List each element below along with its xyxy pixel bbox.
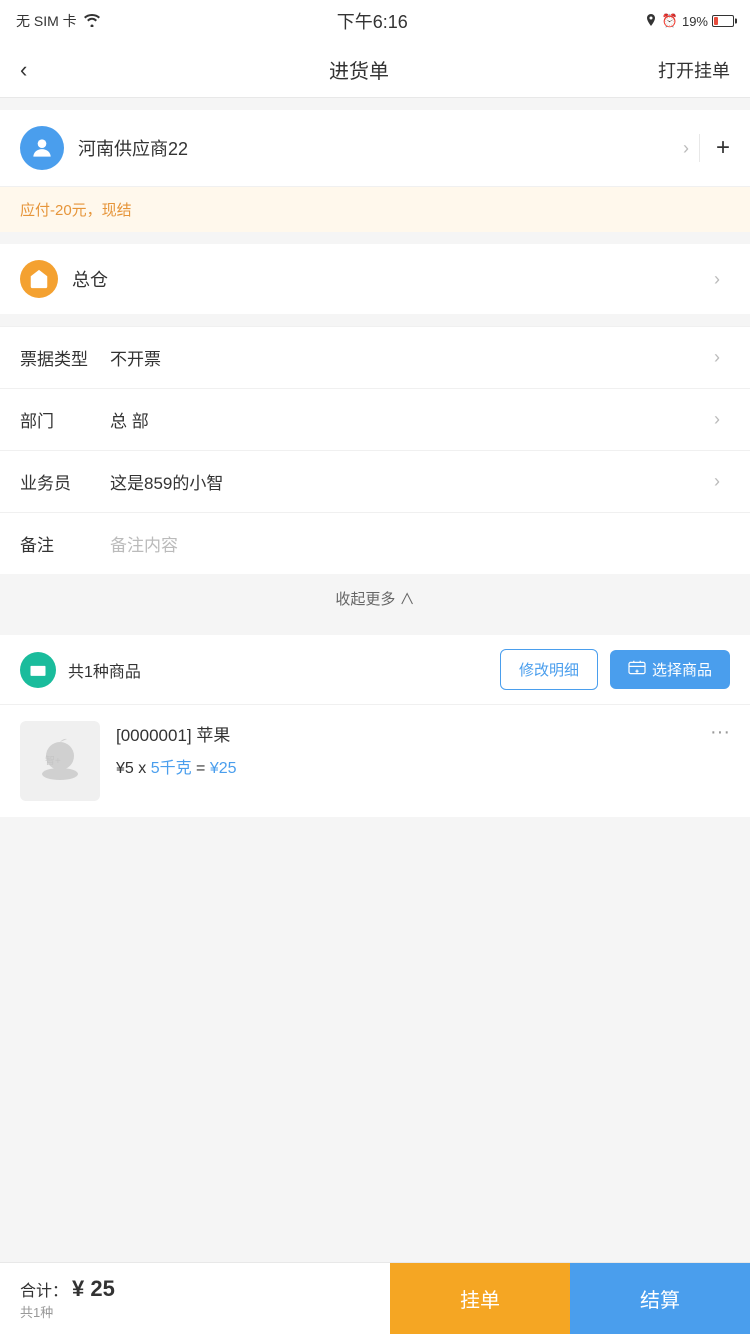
product-price-row: ¥5 x 5千克 = ¥25: [116, 754, 694, 778]
divider-1: [0, 98, 750, 110]
invoice-type-label: 票据类型: [20, 345, 110, 370]
remark-row[interactable]: 备注 备注内容: [0, 512, 750, 574]
status-time: 下午6:16: [337, 8, 408, 34]
product-count-icon: [20, 652, 56, 688]
carrier-text: 无 SIM 卡: [16, 11, 77, 31]
battery-percent: 19%: [682, 14, 708, 29]
battery-icon: [712, 15, 734, 27]
unit-price: ¥5 x: [116, 760, 151, 777]
status-left: 无 SIM 卡: [16, 11, 101, 31]
back-button[interactable]: ‹: [20, 57, 60, 83]
equals-sign: =: [196, 760, 210, 777]
product-header: 共1种商品 修改明细 选择商品: [0, 635, 750, 704]
select-product-label: 选择商品: [652, 659, 712, 680]
remark-label: 备注: [20, 531, 110, 556]
warehouse-row[interactable]: 总仓 ›: [0, 244, 750, 314]
product-item: 智+ [0000001] 苹果 ¥5 x 5千克 = ¥25 ···: [0, 704, 750, 817]
department-chevron: ›: [714, 409, 720, 430]
warehouse-section: 总仓 ›: [0, 244, 750, 314]
select-product-icon: [628, 660, 646, 680]
invoice-type-chevron: ›: [714, 347, 720, 368]
alarm-icon: ⏰: [662, 13, 678, 29]
product-thumbnail: 智+: [20, 721, 100, 801]
location-icon: [644, 13, 658, 30]
product-more-button[interactable]: ···: [710, 721, 730, 744]
remark-input[interactable]: 备注内容: [110, 531, 730, 556]
supplier-section: 河南供应商22 › + 应付-20元，现结: [0, 110, 750, 232]
salesperson-chevron: ›: [714, 471, 720, 492]
product-count-text: 共1种商品: [68, 658, 488, 682]
warehouse-icon: [20, 260, 58, 298]
salesperson-value: 这是859的小智: [110, 469, 714, 494]
product-info: [0000001] 苹果 ¥5 x 5千克 = ¥25: [116, 721, 694, 801]
total-sub: 共1种: [20, 1302, 370, 1321]
edit-detail-button[interactable]: 修改明细: [500, 649, 598, 690]
status-bar: 无 SIM 卡 下午6:16 ⏰ 19%: [0, 0, 750, 42]
product-code: [0000001]: [116, 726, 196, 745]
checkout-button[interactable]: 结算: [570, 1263, 750, 1334]
supplier-name: 河南供应商22: [78, 135, 683, 161]
bottom-bar: 合计： ¥ 25 共1种 挂单 结算: [0, 1262, 750, 1334]
supplier-notice: 应付-20元，现结: [0, 187, 750, 232]
department-value: 总 部: [110, 407, 714, 432]
collapse-label: 收起更多 ∧: [335, 591, 414, 608]
invoice-type-value: 不开票: [110, 345, 714, 370]
status-right: ⏰ 19%: [644, 13, 734, 30]
warehouse-chevron: ›: [714, 269, 720, 290]
divider-4: [0, 623, 750, 635]
hang-button[interactable]: 挂单: [390, 1263, 570, 1334]
total-amount: ¥ 25: [72, 1276, 115, 1302]
invoice-type-row[interactable]: 票据类型 不开票 ›: [0, 326, 750, 388]
nav-bar: ‹ 进货单 打开挂单: [0, 42, 750, 98]
page-title: 进货单: [329, 55, 389, 84]
subtotal-value: ¥25: [210, 760, 237, 777]
bottom-spacer: [0, 817, 750, 889]
supplier-avatar: [20, 126, 64, 170]
product-thumb-inner: 智+: [30, 731, 90, 791]
add-supplier-button[interactable]: +: [699, 134, 730, 162]
open-hang-button[interactable]: 打开挂单: [658, 57, 730, 83]
select-product-button[interactable]: 选择商品: [610, 650, 730, 689]
salesperson-label: 业务员: [20, 469, 110, 494]
product-title: 苹果: [196, 726, 230, 745]
collapse-bar[interactable]: 收起更多 ∧: [0, 574, 750, 623]
salesperson-row[interactable]: 业务员 这是859的小智 ›: [0, 450, 750, 512]
total-label: 合计：: [20, 1277, 68, 1301]
supplier-row[interactable]: 河南供应商22 › +: [0, 110, 750, 187]
svg-text:智+: 智+: [45, 754, 61, 767]
supplier-chevron: ›: [683, 138, 689, 159]
divider-2: [0, 232, 750, 244]
total-area: 合计： ¥ 25 共1种: [0, 1263, 390, 1334]
wifi-icon: [83, 13, 101, 30]
divider-3: [0, 314, 750, 326]
warehouse-name: 总仓: [72, 266, 714, 292]
product-name: [0000001] 苹果: [116, 721, 694, 746]
department-row[interactable]: 部门 总 部 ›: [0, 388, 750, 450]
form-section: 票据类型 不开票 › 部门 总 部 › 业务员 这是859的小智 › 备注 备注…: [0, 326, 750, 574]
quantity-value: 5千克: [151, 760, 192, 777]
department-label: 部门: [20, 407, 110, 432]
